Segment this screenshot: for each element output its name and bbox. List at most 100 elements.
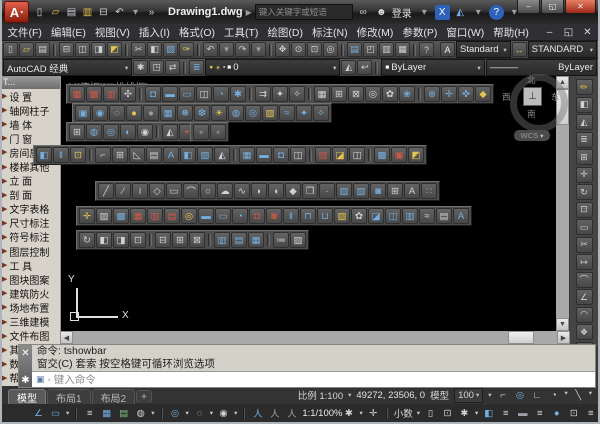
dropdown-caret-icon[interactable]: ▾ (471, 5, 486, 20)
workspace-transfer-icon[interactable]: ⇄ (165, 60, 180, 75)
tool-icon[interactable]: ◎ (181, 208, 197, 224)
layer-previous-icon[interactable]: ↩ (357, 60, 372, 75)
tool-icon[interactable]: ✛ (441, 86, 457, 102)
tool-icon[interactable]: ◘ (273, 147, 289, 163)
tool-icon[interactable]: ⊡ (70, 147, 86, 163)
scale-icon[interactable]: ⊡ (576, 202, 593, 218)
tool-icon[interactable]: ⊞ (69, 124, 85, 140)
infocenter-arrow-icon[interactable]: ▶ (246, 8, 252, 17)
tool-icon[interactable]: ▥ (402, 208, 418, 224)
tool-icon[interactable]: ▨ (315, 147, 331, 163)
menu-item[interactable]: 绘图(D) (263, 24, 308, 40)
tool-icon[interactable]: ✦ (296, 105, 312, 121)
bylayer-linetype-sample[interactable]: ——— (490, 62, 519, 73)
ellipse-icon[interactable]: ◗ (251, 183, 267, 199)
tool-icon[interactable]: ▫ (210, 124, 226, 140)
menu-item[interactable]: 帮助(H) (489, 24, 534, 40)
sidebar-item[interactable]: ▶场地布置 (0, 300, 60, 314)
snap-mode-icon[interactable]: ▭ (49, 407, 62, 420)
copy-icon[interactable]: ◧ (576, 97, 593, 113)
tool-icon[interactable]: ▣ (75, 105, 91, 121)
new-file-icon[interactable]: ▯ (32, 5, 47, 20)
annotation-visibility-icon[interactable]: 人 (251, 407, 264, 420)
region-icon[interactable]: ◙ (370, 183, 386, 199)
tab-模型[interactable]: 模型 (8, 389, 46, 404)
tool-icon[interactable]: ▬ (162, 86, 178, 102)
tool-icon[interactable]: ▦ (314, 86, 330, 102)
tool-icon[interactable]: ◔ (213, 86, 229, 102)
dropdown-caret-icon[interactable]: ▾ (359, 409, 362, 417)
light-off-icon[interactable]: ● (143, 105, 159, 121)
tool-icon[interactable]: ◘ (249, 208, 265, 224)
viewcube-top[interactable]: ⊥ (523, 87, 542, 106)
layer-properties-icon[interactable]: ≣ (189, 60, 204, 75)
tool-icon[interactable]: ▨ (96, 208, 112, 224)
tool-icon[interactable]: ▬ (256, 147, 272, 163)
plot-icon[interactable]: ⊟ (59, 42, 74, 57)
workspace-switch-icon[interactable]: ⌐ (496, 389, 509, 402)
tool-icon[interactable]: ⊟ (155, 232, 171, 248)
offset-icon[interactable]: ≣ (576, 132, 593, 148)
tool-icon[interactable]: ◪ (332, 147, 348, 163)
tool-icon[interactable]: ≔ (273, 232, 289, 248)
layer-color-chip-icon[interactable]: ■ (227, 64, 231, 71)
undo-icon[interactable]: ↶ (203, 42, 218, 57)
light-on-icon[interactable]: ● (126, 105, 142, 121)
model-space-label[interactable]: 模型 (430, 388, 449, 402)
3d-object-snap-icon[interactable]: ◌ (193, 407, 206, 420)
tool-icon[interactable]: ▥ (214, 232, 230, 248)
tool-palettes-icon[interactable]: ▥ (379, 42, 394, 57)
tool-icon[interactable]: ▦ (69, 86, 85, 102)
array-icon[interactable]: ⊞ (576, 149, 593, 165)
qat-overflow-icon[interactable]: » (144, 5, 159, 20)
sidebar-item[interactable]: ▶轴网柱子 (0, 103, 60, 117)
multiline-text-icon[interactable]: A (404, 183, 420, 199)
polygon-icon[interactable]: ◇ (149, 183, 165, 199)
sheet-set-manager-icon[interactable]: ▦ (395, 42, 410, 57)
dropdown-caret-icon[interactable]: ▾ (66, 409, 69, 417)
tool-icon[interactable]: ▨ (334, 208, 350, 224)
tab-布局1[interactable]: 布局1 (47, 389, 91, 404)
a360-connect-icon[interactable]: ◭ (453, 5, 468, 20)
wcs-menu[interactable]: WCS ▾ (514, 130, 550, 141)
rotate-icon[interactable]: ↻ (576, 184, 593, 200)
point-style-icon[interactable]: ∷ (421, 183, 437, 199)
tool-icon[interactable]: ◫ (290, 147, 306, 163)
explode-icon[interactable]: ❖ (576, 324, 593, 340)
status-menu-icon[interactable]: ≡ (584, 407, 597, 420)
add-status-item-icon[interactable]: ✛ (367, 407, 380, 420)
redo-caret-icon[interactable]: ▾ (128, 5, 143, 20)
chevron-down-icon[interactable]: ▾ (488, 391, 491, 399)
tool-icon[interactable]: ▤ (146, 147, 162, 163)
sidebar-item[interactable]: ▶图层控制 (0, 244, 60, 258)
tool-icon[interactable]: ❀ (399, 86, 415, 102)
status-lines-a-icon[interactable]: ≡ (499, 407, 512, 420)
workspace-select[interactable]: AutoCAD 经典 ▾ (3, 59, 132, 76)
workspace-frame-icon[interactable]: ◳ (149, 60, 164, 75)
dropdown-caret-icon[interactable]: ▾ (210, 409, 213, 417)
object-snap-tracking-icon[interactable]: ◉ (217, 407, 230, 420)
dropdown-caret-icon[interactable]: ▾ (564, 389, 567, 402)
sidebar-item[interactable]: ▶剖 面 (0, 188, 60, 202)
line-icon[interactable]: ╱ (98, 183, 114, 199)
tool-icon[interactable]: ◫ (349, 147, 365, 163)
redo-icon[interactable]: ↷ (235, 42, 250, 57)
tool-icon[interactable]: ⌐ (95, 147, 111, 163)
export-icon[interactable]: ◩ (107, 42, 122, 57)
help-icon[interactable]: ? (419, 42, 434, 57)
mdi-close-icon[interactable]: ✕ (580, 25, 595, 40)
tool-icon[interactable]: ▨ (290, 232, 306, 248)
infocenter-search-input[interactable]: 键入关键字或短语 (255, 4, 353, 20)
quick-view-icon[interactable]: ◔ (547, 389, 560, 402)
stretch-icon[interactable]: ▭ (576, 219, 593, 235)
coordinates-readout[interactable]: 49272, 23506, 0 (356, 390, 425, 401)
grid-display-icon[interactable]: ▦ (100, 407, 113, 420)
polyline-icon[interactable]: ≀ (132, 183, 148, 199)
scroll-right-button[interactable]: ▶ (557, 331, 570, 344)
tool-icon[interactable]: ◔ (232, 208, 248, 224)
tool-icon[interactable]: ▭ (179, 86, 195, 102)
tool-icon[interactable]: ❅ (177, 105, 193, 121)
snap-to-object-icon[interactable]: ▤ (117, 407, 130, 420)
scale-dropdown[interactable]: 比例 1:100 (298, 388, 343, 402)
tool-icon[interactable]: ◩ (408, 147, 424, 163)
